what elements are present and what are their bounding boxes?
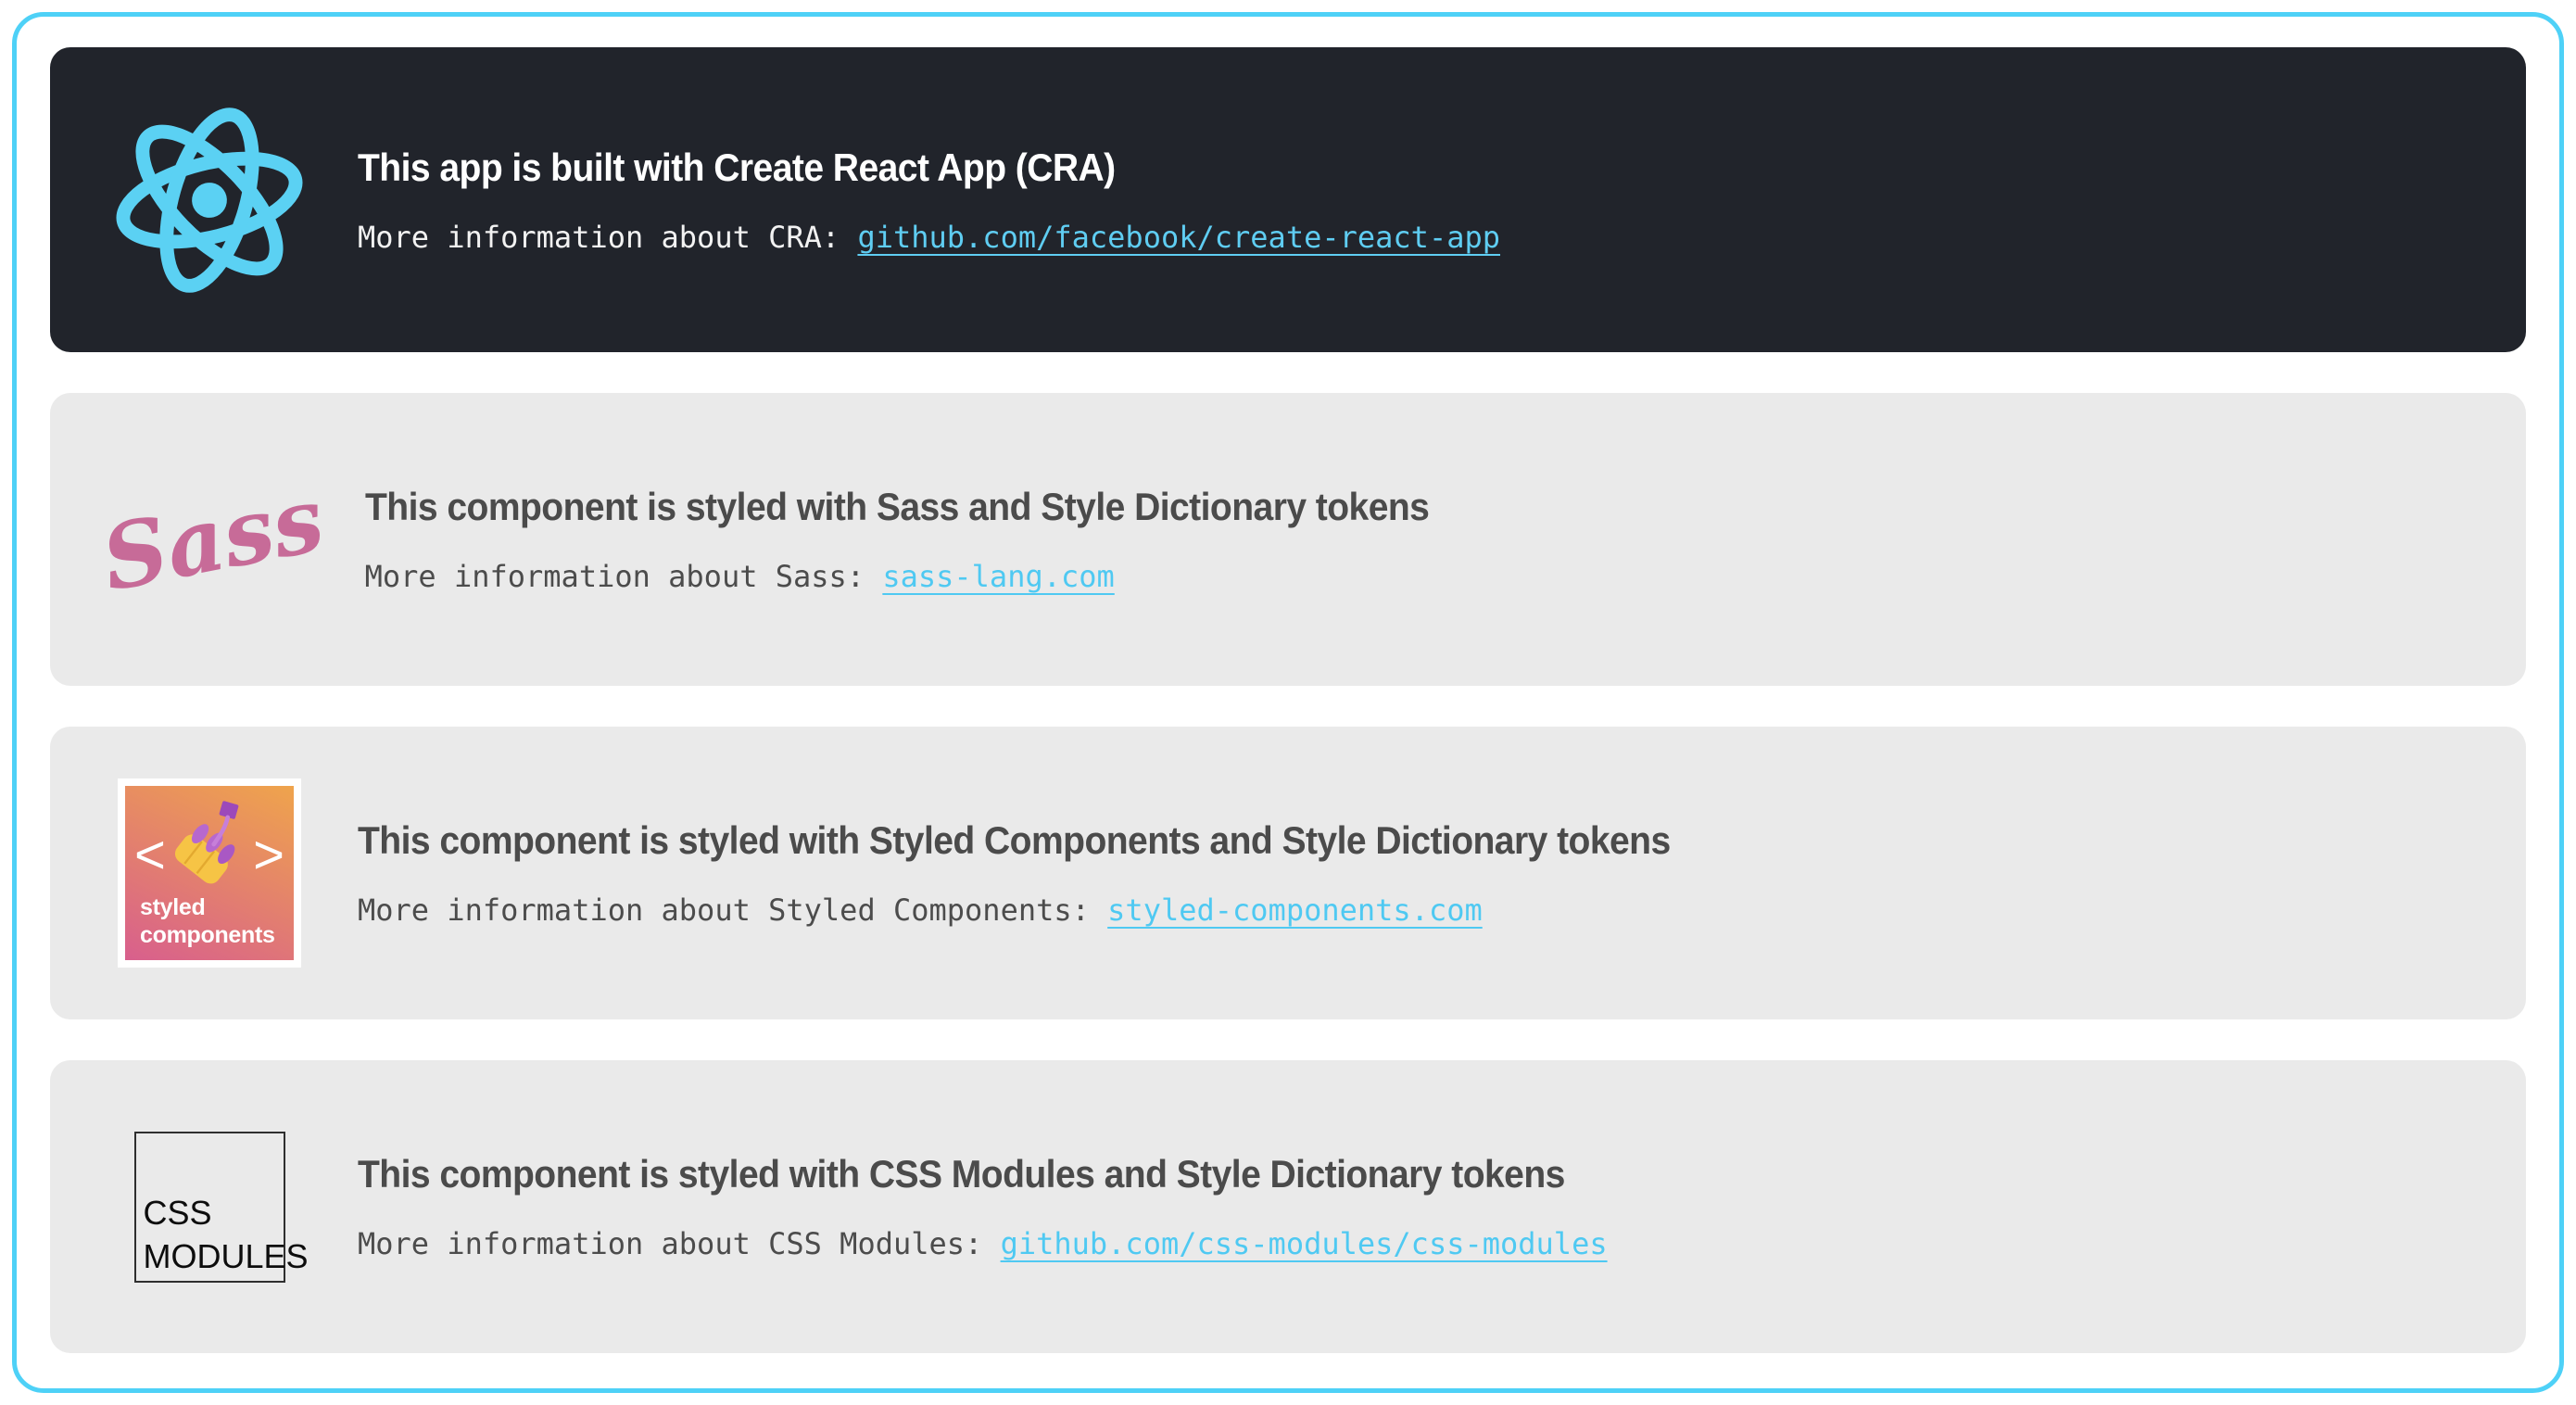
sass-logo: Sass <box>102 495 324 584</box>
styled-components-link[interactable]: styled-components.com <box>1107 892 1483 928</box>
styled-components-logo: < > styled compo <box>102 778 317 968</box>
styled-components-badge: < > styled compo <box>118 778 301 968</box>
info-text: More information about Sass: <box>365 559 883 594</box>
react-logo <box>102 100 317 300</box>
css-modules-line-1: CSS <box>144 1192 309 1235</box>
info-line: More information about CRA: github.com/f… <box>358 220 1500 255</box>
angle-bracket-left: < <box>134 829 166 882</box>
card-cra: This app is built with Create React App … <box>50 47 2526 352</box>
card-title: This component is styled with Sass and S… <box>365 485 1429 529</box>
card-text: This app is built with Create React App … <box>358 146 1500 255</box>
card-title: This component is styled with CSS Module… <box>358 1152 1565 1196</box>
angle-bracket-right: > <box>253 829 284 882</box>
card-text: This component is styled with Styled Com… <box>358 818 1769 928</box>
app-frame: This app is built with Create React App … <box>12 12 2564 1393</box>
css-modules-text: CSS MODULES <box>144 1192 309 1279</box>
info-line: More information about Sass: sass-lang.c… <box>365 559 1509 594</box>
sass-wordmark: Sass <box>95 475 331 604</box>
info-text: More information about Styled Components… <box>358 892 1107 928</box>
sass-link[interactable]: sass-lang.com <box>882 559 1114 594</box>
card-css-modules: CSS MODULES This component is styled wit… <box>50 1060 2526 1353</box>
card-styled-components: < > styled compo <box>50 727 2526 1019</box>
card-text: This component is styled with Sass and S… <box>365 485 1509 594</box>
info-line: More information about CSS Modules: gith… <box>358 1226 1656 1261</box>
css-modules-logo: CSS MODULES <box>102 1132 317 1283</box>
css-modules-box: CSS MODULES <box>134 1132 285 1283</box>
info-text: More information about CRA: <box>358 220 857 255</box>
cra-link[interactable]: github.com/facebook/create-react-app <box>857 220 1500 255</box>
card-sass: Sass This component is styled with Sass … <box>50 393 2526 686</box>
card-title: This app is built with Create React App … <box>358 146 1421 190</box>
css-modules-line-2: MODULES <box>144 1235 309 1279</box>
styled-components-gradient: < > styled compo <box>125 786 294 960</box>
css-modules-link[interactable]: github.com/css-modules/css-modules <box>1001 1226 1608 1261</box>
card-title: This component is styled with Styled Com… <box>358 818 1671 863</box>
info-text: More information about CSS Modules: <box>358 1226 1001 1261</box>
react-atom-icon <box>88 79 331 322</box>
nail-polish-icon <box>166 801 253 888</box>
styled-components-label: styled components <box>140 894 275 949</box>
card-text: This component is styled with CSS Module… <box>358 1152 1656 1261</box>
info-line: More information about Styled Components… <box>358 892 1769 928</box>
